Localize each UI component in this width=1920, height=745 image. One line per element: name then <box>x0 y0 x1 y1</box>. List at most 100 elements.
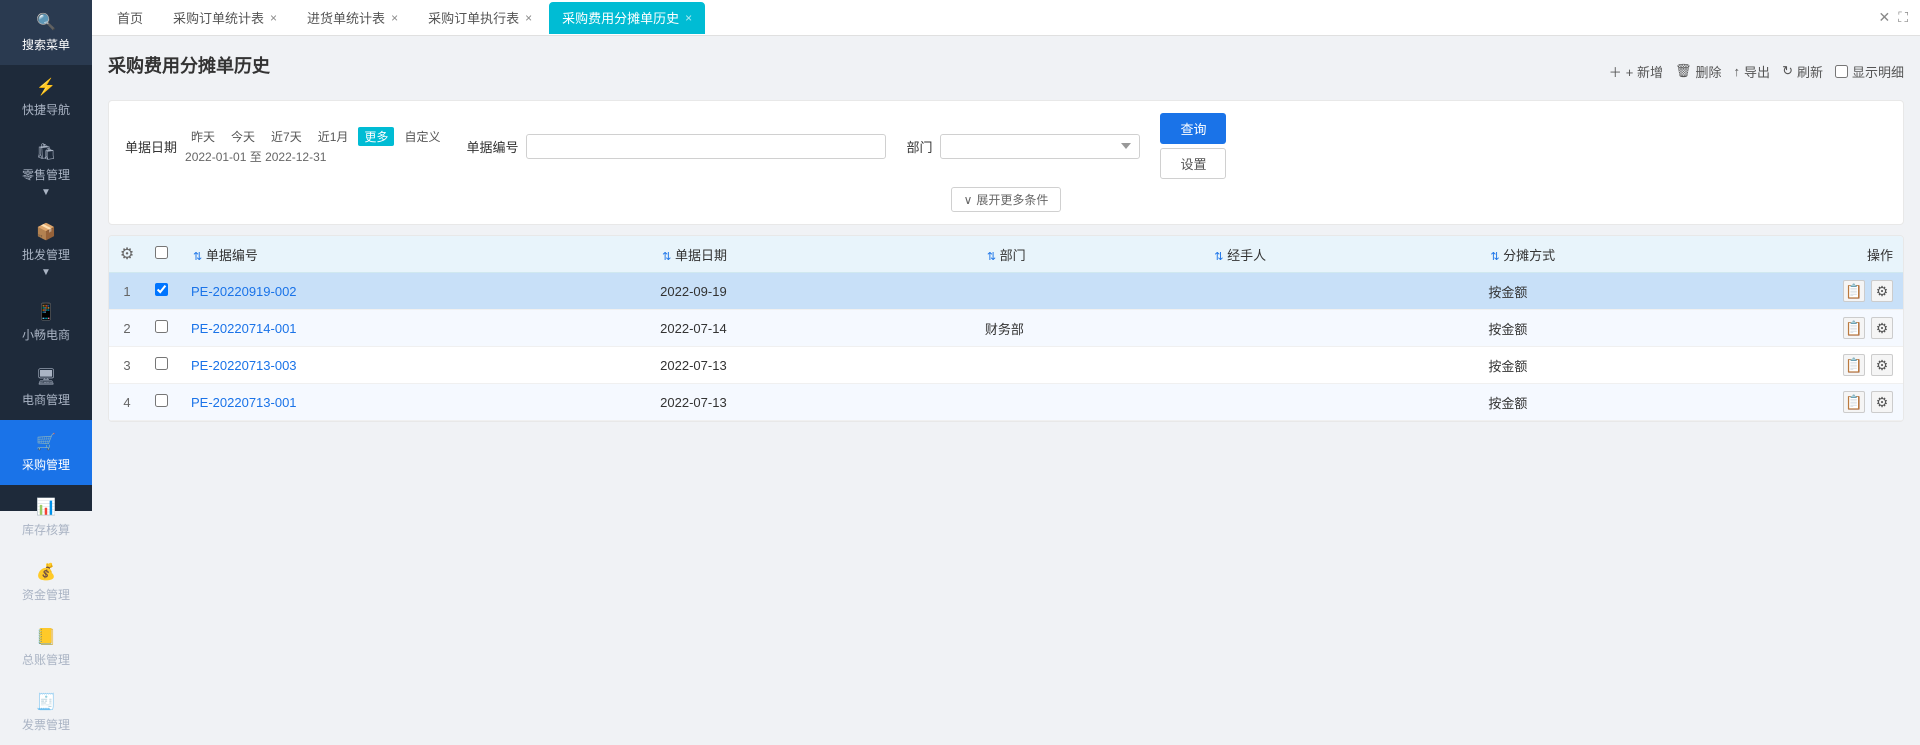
sidebar-item-invoice[interactable]: 🧾 发票管理 <box>0 680 92 745</box>
row-actions: 📋 ⚙ <box>1803 273 1903 310</box>
close-icon[interactable]: × <box>270 11 277 25</box>
date-chip-today[interactable]: 今天 <box>225 127 261 146</box>
date-chip-7days[interactable]: 近7天 <box>265 127 308 146</box>
page-title: 采购费用分摊单历史 <box>108 52 270 78</box>
doc-id-link[interactable]: PE-20220919-002 <box>191 284 297 299</box>
sidebar-item-mobile-commerce[interactable]: 📱 小畅电商 <box>0 290 92 355</box>
expand-label: 展开更多条件 <box>976 191 1048 208</box>
row-dept <box>975 273 1202 310</box>
th-checkbox <box>145 236 181 273</box>
refresh-button[interactable]: ↻ 刷新 <box>1782 62 1823 81</box>
sidebar-item-quick-nav[interactable]: ⚡ 快捷导航 <box>0 65 92 130</box>
expand-more-button[interactable]: ∨ 展开更多条件 <box>951 187 1062 212</box>
date-chip-1month[interactable]: 近1月 <box>312 127 355 146</box>
dept-label: 部门 <box>906 137 932 156</box>
close-window-icon[interactable]: ✕ <box>1878 9 1890 26</box>
th-split-label: 分摊方式 <box>1503 248 1555 263</box>
th-date[interactable]: ⇅ 单据日期 <box>650 236 975 273</box>
edit-icon[interactable]: ⚙ <box>1871 391 1893 413</box>
data-table: ⚙ ⇅ 单据编号 ⇅ 单据日期 <box>109 236 1903 421</box>
row-checkbox[interactable] <box>155 283 168 296</box>
tab-home[interactable]: 首页 <box>104 2 156 34</box>
display-toggle-checkbox[interactable] <box>1835 65 1848 78</box>
display-toggle[interactable]: 显示明细 <box>1835 62 1904 81</box>
sidebar-item-inventory[interactable]: 📊 库存核算 <box>0 485 92 550</box>
doc-num-filter-group: 单据编号 <box>466 134 886 159</box>
row-doc-id: PE-20220919-002 <box>181 273 650 310</box>
filter-dates: 昨天 今天 近7天 近1月 更多 自定义 2022-01-01 至 2022-1… <box>185 127 446 165</box>
row-checkbox[interactable] <box>155 320 168 333</box>
row-checkbox-cell <box>145 347 181 384</box>
tab-label: 采购费用分摊单历史 <box>562 8 679 27</box>
edit-icon[interactable]: ⚙ <box>1871 317 1893 339</box>
search-icon: 🔍 <box>36 12 56 32</box>
row-checkbox[interactable] <box>155 394 168 407</box>
row-num: 1 <box>109 273 145 310</box>
doc-id-link[interactable]: PE-20220713-001 <box>191 395 297 410</box>
close-icon[interactable]: × <box>525 11 532 25</box>
row-dept <box>975 347 1202 384</box>
row-split-method: 按金额 <box>1478 310 1803 347</box>
setting-button[interactable]: 设置 <box>1160 148 1226 179</box>
row-split-method: 按金额 <box>1478 384 1803 421</box>
retail-icon: 🛍 <box>36 142 56 162</box>
sidebar-item-label: 资金管理 <box>22 586 70 603</box>
table-row: 1 PE-20220919-002 2022-09-19 按金额 📋 ⚙ <box>109 273 1903 310</box>
view-icon[interactable]: 📋 <box>1843 317 1865 339</box>
add-button[interactable]: ＋ + 新增 <box>1609 62 1663 81</box>
settings-icon[interactable]: ⚙ <box>120 246 134 263</box>
data-table-container: ⚙ ⇅ 单据编号 ⇅ 单据日期 <box>108 235 1904 422</box>
sidebar-item-ecommerce[interactable]: 🖥 电商管理 <box>0 355 92 420</box>
date-chip-more[interactable]: 更多 <box>358 127 394 146</box>
mobile-icon: 📱 <box>36 302 56 322</box>
row-checkbox[interactable] <box>155 357 168 370</box>
th-dept[interactable]: ⇅ 部门 <box>975 236 1202 273</box>
delete-button[interactable]: 🗑 删除 <box>1675 62 1722 81</box>
sidebar-item-label: 零售管理 <box>22 166 70 183</box>
edit-icon[interactable]: ⚙ <box>1871 280 1893 302</box>
doc-num-label: 单据编号 <box>466 137 518 156</box>
add-label: + 新增 <box>1626 62 1663 81</box>
sidebar-item-retail[interactable]: 🛍 零售管理 ▼ <box>0 130 92 210</box>
date-chip-yesterday[interactable]: 昨天 <box>185 127 221 146</box>
th-handler[interactable]: ⇅ 经手人 <box>1202 236 1478 273</box>
view-icon[interactable]: 📋 <box>1843 354 1865 376</box>
maximize-icon[interactable]: ⛶ <box>1898 9 1908 26</box>
sidebar-item-accounting[interactable]: 📒 总账管理 <box>0 615 92 680</box>
sidebar-item-search[interactable]: 🔍 搜索菜单 <box>0 0 92 65</box>
sidebar-item-label: 搜索菜单 <box>22 36 70 53</box>
doc-id-link[interactable]: PE-20220713-003 <box>191 358 297 373</box>
tab-purchase-order-exec[interactable]: 采购订单执行表 × <box>415 2 545 34</box>
tab-label: 采购订单统计表 <box>173 8 264 27</box>
row-handler <box>1202 273 1478 310</box>
filter-panel: 单据日期 昨天 今天 近7天 近1月 更多 自定义 2022-01-01 至 2… <box>108 100 1904 225</box>
sidebar-item-wholesale[interactable]: 📦 批发管理 ▼ <box>0 210 92 290</box>
th-split-method[interactable]: ⇅ 分摊方式 <box>1478 236 1803 273</box>
tab-purchase-fee-split[interactable]: 采购费用分摊单历史 × <box>549 2 705 34</box>
chevron-down-icon: ∨ <box>964 193 973 207</box>
close-icon[interactable]: × <box>391 11 398 25</box>
dept-select[interactable]: 财务部 <box>940 134 1140 159</box>
tab-home-label: 首页 <box>117 8 143 27</box>
query-button[interactable]: 查询 <box>1160 113 1226 144</box>
th-actions-label: 操作 <box>1867 248 1893 263</box>
view-icon[interactable]: 📋 <box>1843 280 1865 302</box>
tab-stock-stat[interactable]: 进货单统计表 × <box>294 2 411 34</box>
doc-num-input[interactable] <box>526 134 886 159</box>
row-dept: 财务部 <box>975 310 1202 347</box>
doc-id-link[interactable]: PE-20220714-001 <box>191 321 297 336</box>
export-button[interactable]: ↑ 导出 <box>1734 62 1771 81</box>
edit-icon[interactable]: ⚙ <box>1871 354 1893 376</box>
date-chip-custom[interactable]: 自定义 <box>398 127 446 146</box>
close-icon[interactable]: × <box>685 11 692 25</box>
view-icon[interactable]: 📋 <box>1843 391 1865 413</box>
sidebar-item-label: 采购管理 <box>22 456 70 473</box>
select-all-checkbox[interactable] <box>155 246 168 259</box>
row-doc-id: PE-20220713-003 <box>181 347 650 384</box>
sidebar-item-label: 发票管理 <box>22 716 70 733</box>
tab-purchase-order-stat[interactable]: 采购订单统计表 × <box>160 2 290 34</box>
sidebar-item-purchase[interactable]: 🛒 采购管理 <box>0 420 92 485</box>
th-doc-num[interactable]: ⇅ 单据编号 <box>181 236 650 273</box>
sidebar-item-finance[interactable]: 💰 资金管理 <box>0 550 92 615</box>
th-handler-label: 经手人 <box>1227 248 1266 263</box>
